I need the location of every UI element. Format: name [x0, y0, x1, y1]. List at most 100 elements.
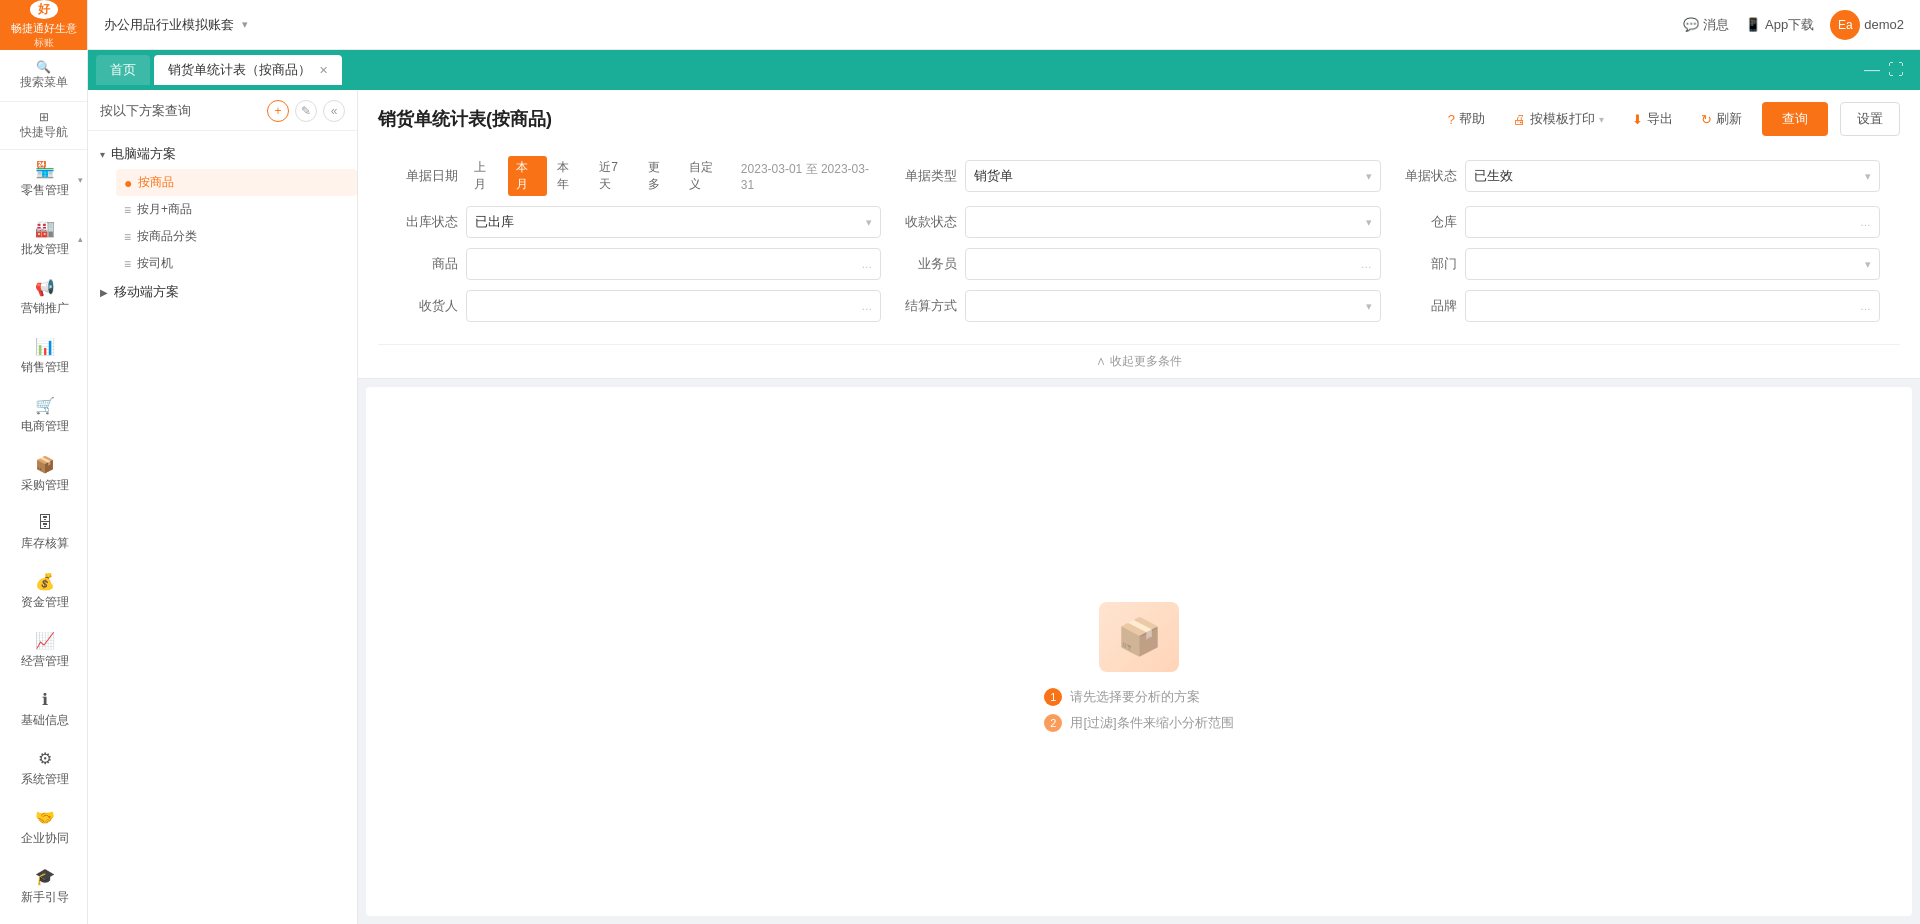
maximize-icon[interactable]: ⛶ [1888, 61, 1904, 79]
collapse-more-btn[interactable]: ∧ 收起更多条件 [378, 344, 1900, 378]
tab-report-close-icon[interactable]: ✕ [319, 64, 328, 77]
topbar-left: 办公用品行业模拟账套 ▾ [104, 16, 248, 34]
date-tab-7days[interactable]: 近7天 [591, 156, 637, 196]
sidebar-item-system[interactable]: ⚙ 系统管理 [0, 739, 87, 798]
sidebar-item-finance[interactable]: 💰 资金管理 [0, 562, 87, 621]
sidebar-item-operation[interactable]: 📈 经营管理 [0, 621, 87, 680]
sidebar-item-system-label: 系统管理 [21, 771, 69, 788]
consignee-input[interactable]: … [466, 290, 881, 322]
filter-row-4: 收货人 … 结算方式 ▾ [398, 290, 1880, 322]
doc-type-select[interactable]: 销货单 ▾ [965, 160, 1380, 192]
user-avatar-btn[interactable]: Ea demo2 [1830, 10, 1904, 40]
date-tab-custom[interactable]: 自定义 [681, 156, 733, 196]
industry-dropdown-icon[interactable]: ▾ [242, 18, 248, 31]
sidebar-item-cooperation[interactable]: 🤝 企业协同 [0, 798, 87, 857]
empty-hint-2: 2 用[过滤]条件来缩小分析范围 [1044, 714, 1233, 732]
tree-mobile-section[interactable]: ▶ 移动端方案 [88, 277, 357, 307]
date-tab-this-month[interactable]: 本月 [508, 156, 548, 196]
goods-input[interactable]: … [466, 248, 881, 280]
sidebar-item-guide[interactable]: 🎓 新手引导 [0, 857, 87, 916]
sidebar-item-wholesale[interactable]: 🏭 批发管理 ▴ [0, 209, 87, 268]
dept-select[interactable]: ▾ [1465, 248, 1880, 280]
brand-input[interactable]: … [1465, 290, 1880, 322]
app-subtitle: 标账 [34, 36, 54, 50]
search-menu-item[interactable]: 🔍 搜索菜单 [0, 50, 87, 102]
chevron-up-icon: ▴ [78, 234, 83, 244]
tree-item-icon-2: ≡ [124, 230, 131, 244]
filter-panel-title: 按以下方案查询 [100, 102, 191, 120]
date-tab-last-month[interactable]: 上月 [466, 156, 506, 196]
minimize-icon[interactable]: — [1864, 61, 1880, 79]
tree-item-label-0: 按商品 [138, 174, 174, 191]
sidebar-item-sales-label: 销售管理 [21, 359, 69, 376]
goods-label: 商品 [398, 255, 458, 273]
doc-status-dropdown-icon: ▾ [1865, 170, 1871, 183]
export-btn[interactable]: ⬇ 导出 [1624, 106, 1681, 132]
sidebar-item-retail[interactable]: 🏪 零售管理 ▾ [0, 150, 87, 209]
sidebar-item-app-center[interactable]: 📱 应用中心 [0, 916, 87, 924]
refresh-btn[interactable]: ↻ 刷新 [1693, 106, 1750, 132]
empty-hints: 1 请先选择要分析的方案 2 用[过滤]条件来缩小分析范围 [1044, 688, 1233, 732]
tab-home[interactable]: 首页 [96, 55, 150, 85]
tree-item-label-3: 按司机 [137, 255, 173, 272]
settings-button[interactable]: 设置 [1840, 102, 1900, 136]
query-button[interactable]: 查询 [1762, 102, 1828, 136]
payment-status-select[interactable]: ▾ [965, 206, 1380, 238]
report-main-area: 销货单统计表(按商品) ? 帮助 🖨 按模板打印 ▾ ⬇ [358, 90, 1920, 924]
settle-select[interactable]: ▾ [965, 290, 1380, 322]
sidebar-item-inventory[interactable]: 🗄 库存核算 [0, 504, 87, 562]
refresh-icon: ↻ [1701, 112, 1712, 127]
filter-col-consignee: 收货人 … [398, 290, 881, 322]
tab-report[interactable]: 销货单统计表（按商品） ✕ [154, 55, 342, 85]
tree-pc-section[interactable]: ▾ 电脑端方案 [88, 139, 357, 169]
payment-status-dropdown-icon: ▾ [1366, 216, 1372, 229]
quick-nav-item[interactable]: ⊞ 快捷导航 [0, 102, 87, 150]
sidebar-item-marketing[interactable]: 📢 营销推广 [0, 268, 87, 327]
salesman-more-icon[interactable]: … [1361, 258, 1372, 270]
sidebar-item-operation-label: 经营管理 [21, 653, 69, 670]
app-download-btn[interactable]: 📱 App下载 [1745, 16, 1814, 34]
tree-item-by-month-goods[interactable]: ≡ 按月+商品 [116, 196, 357, 223]
avatar: Ea [1830, 10, 1860, 40]
doc-status-select[interactable]: 已生效 ▾ [1465, 160, 1880, 192]
message-icon: 💬 [1683, 17, 1699, 32]
warehouse-input[interactable]: … [1465, 206, 1880, 238]
brand-label: 品牌 [1397, 297, 1457, 315]
print-dropdown-icon[interactable]: ▾ [1599, 114, 1604, 125]
sidebar-item-basic[interactable]: ℹ 基础信息 [0, 680, 87, 739]
filter-col-brand: 品牌 … [1397, 290, 1880, 322]
tree-item-by-goods[interactable]: ● 按商品 [116, 169, 357, 196]
tabbar: 首页 销货单统计表（按商品） ✕ — ⛶ [88, 50, 1920, 90]
doc-status-label: 单据状态 [1397, 167, 1457, 185]
brand-more-icon[interactable]: … [1860, 300, 1871, 312]
tree-item-by-driver[interactable]: ≡ 按司机 [116, 250, 357, 277]
warehouse-more-icon[interactable]: … [1860, 216, 1871, 228]
empty-illustration [1079, 572, 1199, 672]
filter-panel-icon-btns: + ✎ « [267, 100, 345, 122]
hint-text-1: 请先选择要分析的方案 [1070, 688, 1200, 706]
doc-type-dropdown-icon: ▾ [1366, 170, 1372, 183]
help-btn[interactable]: ? 帮助 [1440, 106, 1493, 132]
collapse-panel-btn[interactable]: « [323, 100, 345, 122]
sidebar-item-finance-label: 资金管理 [21, 594, 69, 611]
date-tab-this-year[interactable]: 本年 [549, 156, 589, 196]
settle-dropdown-icon: ▾ [1366, 300, 1372, 313]
goods-more-icon[interactable]: … [861, 258, 872, 270]
tree-item-by-category[interactable]: ≡ 按商品分类 [116, 223, 357, 250]
add-scheme-btn[interactable]: + [267, 100, 289, 122]
sidebar-item-purchase[interactable]: 📦 采购管理 [0, 445, 87, 504]
guide-icon: 🎓 [35, 867, 55, 886]
consignee-more-icon[interactable]: … [861, 300, 872, 312]
out-status-select[interactable]: 已出库 ▾ [466, 206, 881, 238]
sidebar-item-sales[interactable]: 📊 销售管理 [0, 327, 87, 386]
date-tab-more[interactable]: 更多 [640, 156, 680, 196]
message-btn[interactable]: 💬 消息 [1683, 16, 1729, 34]
salesman-input[interactable]: … [965, 248, 1380, 280]
edit-scheme-btn[interactable]: ✎ [295, 100, 317, 122]
settle-label: 结算方式 [897, 297, 957, 315]
hint-num-1: 1 [1044, 688, 1062, 706]
filter-col-doc-status: 单据状态 已生效 ▾ [1397, 160, 1880, 192]
operation-icon: 📈 [35, 631, 55, 650]
sidebar-item-ecommerce[interactable]: 🛒 电商管理 [0, 386, 87, 445]
print-btn[interactable]: 🖨 按模板打印 ▾ [1505, 106, 1612, 132]
